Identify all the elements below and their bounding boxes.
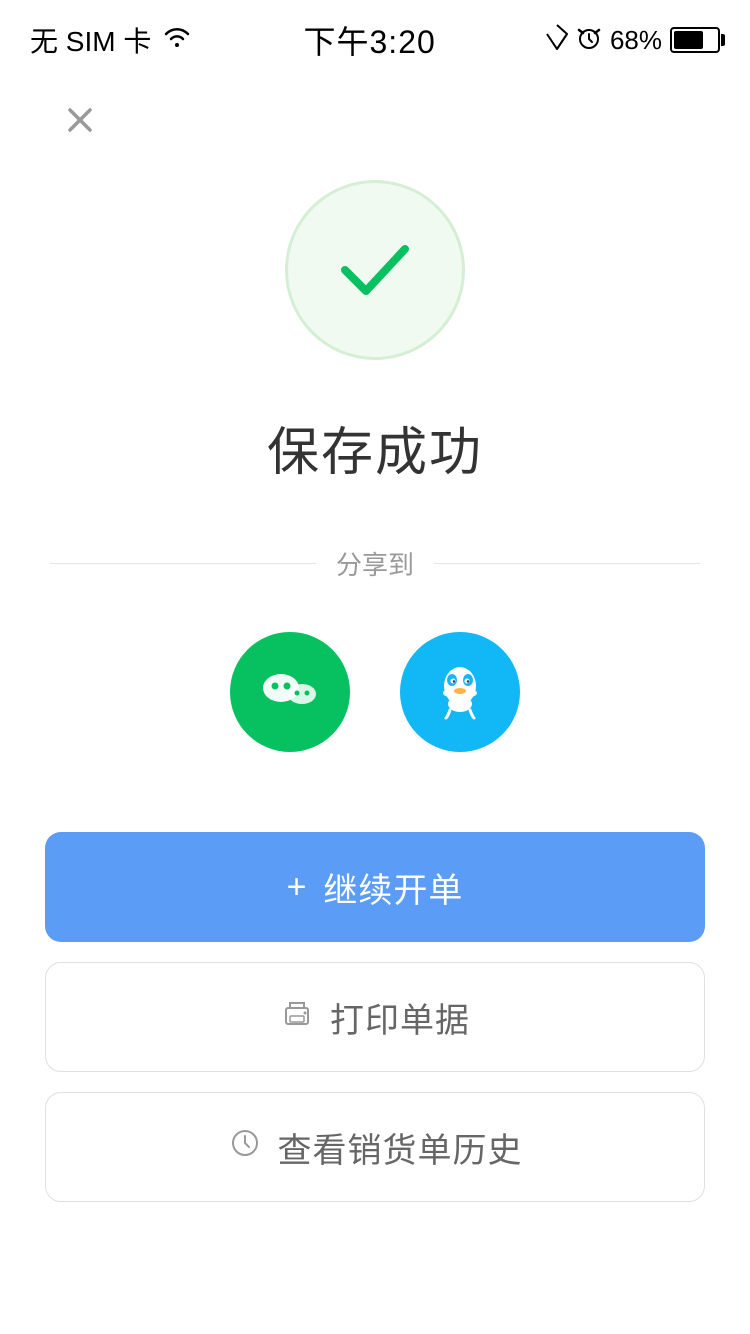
qq-share-button[interactable] xyxy=(400,632,520,752)
status-time: 下午3:20 xyxy=(304,17,436,63)
carrier-text: 无 SIM 卡 xyxy=(30,20,151,60)
checkmark-icon xyxy=(330,225,420,315)
share-icons-row xyxy=(230,632,520,752)
wifi-icon xyxy=(161,24,193,56)
close-button[interactable] xyxy=(50,90,110,150)
clock-icon xyxy=(228,1126,262,1169)
success-title: 保存成功 xyxy=(267,410,483,485)
plus-icon: + xyxy=(287,868,308,907)
close-icon xyxy=(62,102,98,138)
continue-button[interactable]: + 继续开单 xyxy=(45,832,705,942)
share-divider: 分享到 xyxy=(50,545,700,582)
printer-icon xyxy=(280,996,314,1039)
wechat-icon xyxy=(254,656,326,728)
status-carrier: 无 SIM 卡 xyxy=(30,20,193,60)
divider-right xyxy=(434,563,700,564)
history-button[interactable]: 查看销货单历史 xyxy=(45,1092,705,1202)
success-circle xyxy=(285,180,465,360)
main-content: 保存成功 分享到 xyxy=(0,80,750,1202)
battery-icon xyxy=(670,27,720,53)
wechat-share-button[interactable] xyxy=(230,632,350,752)
action-buttons: + 继续开单 打印单据 查看销货单历史 xyxy=(45,832,705,1202)
share-label: 分享到 xyxy=(336,545,414,582)
print-label: 打印单据 xyxy=(330,993,470,1042)
qq-icon xyxy=(426,658,494,726)
status-bar: 无 SIM 卡 下午3:20 68% xyxy=(0,0,750,80)
print-button[interactable]: 打印单据 xyxy=(45,962,705,1072)
history-label: 查看销货单历史 xyxy=(278,1123,523,1172)
status-right-group: 68% xyxy=(546,24,720,57)
battery-percentage: 68% xyxy=(610,25,662,56)
continue-label: 继续开单 xyxy=(323,863,463,912)
alarm-icon xyxy=(576,24,602,57)
divider-left xyxy=(50,563,316,564)
location-icon xyxy=(546,24,568,57)
